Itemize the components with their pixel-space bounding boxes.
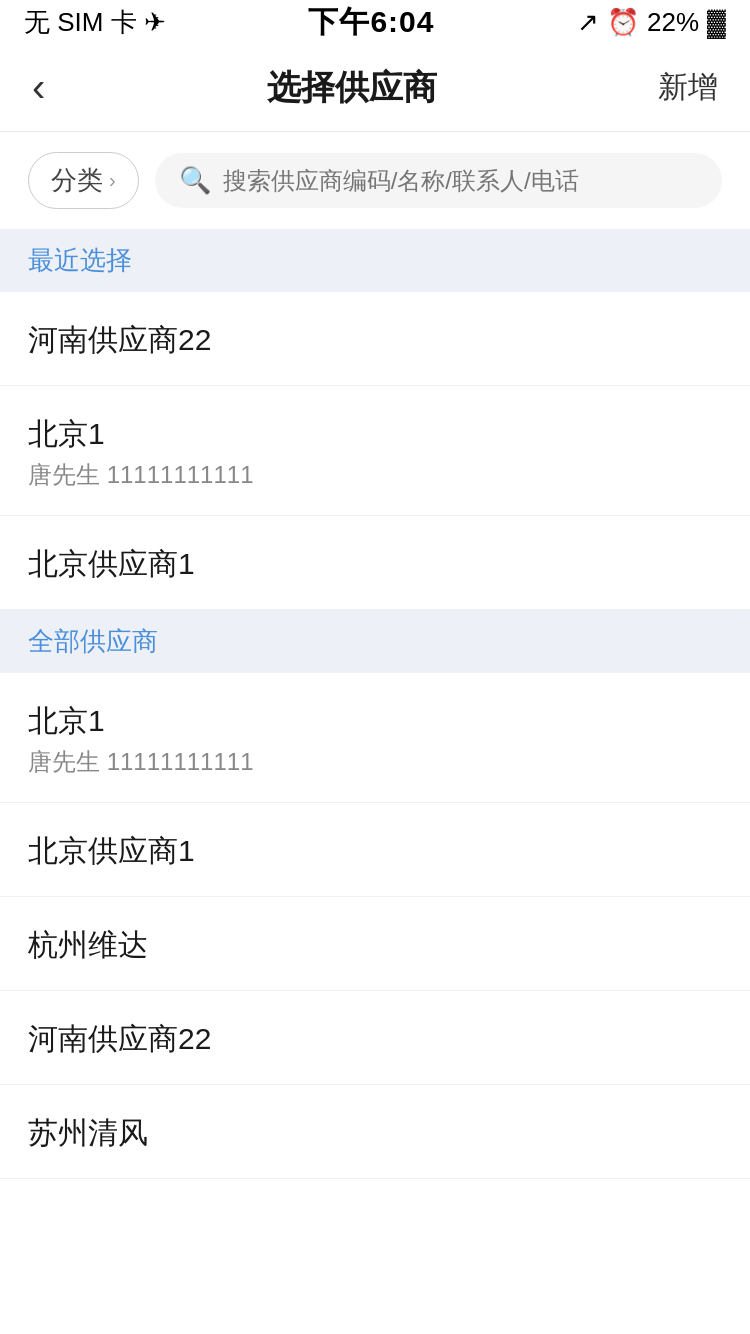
item-name: 北京1 [28,414,722,455]
status-right: ↗ ⏰ 22% ▓ [577,7,726,38]
all-list: 北京1 唐先生 11111111111 北京供应商1 杭州维达 河南供应商22 … [0,673,750,1179]
back-button[interactable]: ‹ [32,65,45,110]
list-item[interactable]: 北京供应商1 [0,516,750,610]
list-item[interactable]: 北京1 唐先生 11111111111 [0,673,750,803]
status-time: 下午6:04 [308,2,434,43]
category-label: 分类 [51,163,103,198]
list-item[interactable]: 河南供应商22 [0,991,750,1085]
item-name: 北京供应商1 [28,831,722,872]
item-detail: 唐先生 11111111111 [28,746,722,778]
nav-bar: ‹ 选择供应商 新增 [0,44,750,132]
search-input[interactable] [223,167,698,195]
list-item[interactable]: 北京1 唐先生 11111111111 [0,386,750,516]
status-left: 无 SIM 卡 ✈ [24,5,166,40]
alarm-icon: ⏰ [607,7,639,38]
search-icon: 🔍 [179,165,211,196]
battery-icon: ▓ [707,7,726,38]
category-filter[interactable]: 分类 › [28,152,139,209]
list-item[interactable]: 杭州维达 [0,897,750,991]
recent-list: 河南供应商22 北京1 唐先生 11111111111 北京供应商1 [0,292,750,610]
item-name: 杭州维达 [28,925,722,966]
item-name: 苏州清风 [28,1113,722,1154]
item-name: 北京供应商1 [28,544,722,585]
search-container: 🔍 [155,153,722,208]
all-section-header: 全部供应商 [0,610,750,673]
list-item[interactable]: 河南供应商22 [0,292,750,386]
chevron-icon: › [109,169,116,192]
location-icon: ↗ [577,7,599,38]
item-name: 北京1 [28,701,722,742]
recent-section-header: 最近选择 [0,229,750,292]
status-bar: 无 SIM 卡 ✈ 下午6:04 ↗ ⏰ 22% ▓ [0,0,750,44]
item-name: 河南供应商22 [28,1019,722,1060]
filter-bar: 分类 › 🔍 [0,132,750,229]
page-title: 选择供应商 [267,65,437,111]
item-name: 河南供应商22 [28,320,722,361]
item-detail: 唐先生 11111111111 [28,459,722,491]
list-item[interactable]: 北京供应商1 [0,803,750,897]
list-item[interactable]: 苏州清风 [0,1085,750,1179]
battery-status: 22% [647,7,699,38]
add-button[interactable]: 新增 [658,67,718,108]
sim-status: 无 SIM 卡 ✈ [24,5,166,40]
